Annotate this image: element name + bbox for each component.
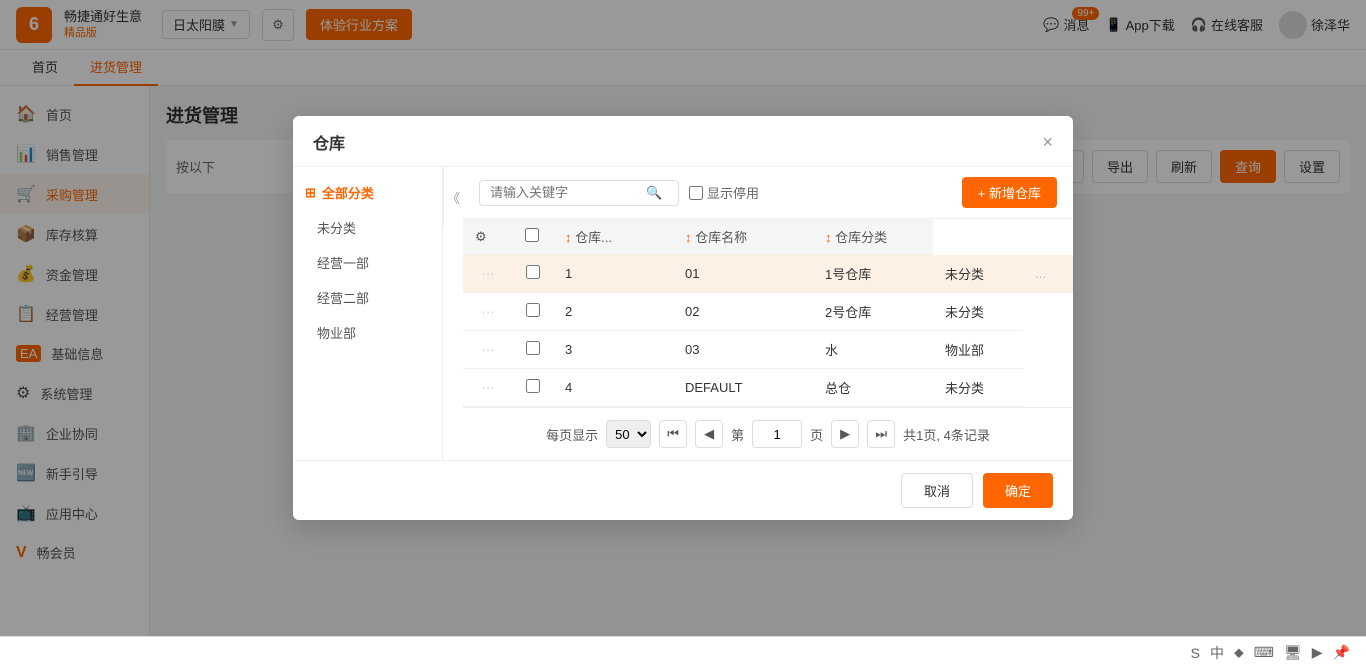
table-row: ··· 4DEFAULT总仓未分类 xyxy=(463,369,1073,407)
cat-item-dept1[interactable]: 经营一部 xyxy=(293,245,442,280)
search-input[interactable] xyxy=(490,185,640,200)
page-input[interactable] xyxy=(752,420,802,448)
table-scroll: ⚙ ↕ 仓库... ↕ 仓库名称 xyxy=(463,219,1073,407)
dialog-title: 仓库 xyxy=(313,130,345,154)
status-icon-7[interactable]: 📌 xyxy=(1333,644,1350,661)
col-code-header[interactable]: ↕ 仓库... xyxy=(553,219,673,255)
row-cat: 未分类 xyxy=(933,369,1023,407)
row-checkbox[interactable] xyxy=(526,379,540,393)
first-page-button[interactable]: ⏮ xyxy=(659,420,687,448)
status-icon-3[interactable]: ⬥ xyxy=(1234,644,1244,661)
col-name-header[interactable]: ↕ 仓库名称 xyxy=(673,219,813,255)
row-check-cell xyxy=(513,293,553,331)
dialog-header: 仓库 × xyxy=(293,116,1073,167)
collapse-sidebar-button[interactable]: 《 xyxy=(443,167,463,227)
sort-icon-cat: ↕ xyxy=(825,230,832,245)
last-page-button[interactable]: ⏭ xyxy=(867,420,895,448)
row-name: 水 xyxy=(813,331,933,369)
row-no: 4 xyxy=(553,369,673,407)
page-label-ye: 页 xyxy=(810,425,823,444)
status-icon-4[interactable]: ⌨ xyxy=(1254,644,1274,661)
row-check-cell xyxy=(513,255,553,293)
row-no: 1 xyxy=(553,255,673,293)
modal-overlay: 仓库 × ⊞ 全部分类 未分类 经营一部 经营二部 物业部 《 xyxy=(0,0,1366,636)
row-name: 2号仓库 xyxy=(813,293,933,331)
disabled-checkbox[interactable] xyxy=(689,186,703,200)
status-icon-6[interactable]: ▶ xyxy=(1312,644,1323,661)
table-area: 🔍 显示停用 + 新增仓库 ⚙ xyxy=(463,167,1073,460)
row-more-icon[interactable]: ··· xyxy=(463,293,513,331)
confirm-button[interactable]: 确定 xyxy=(983,473,1053,508)
select-all-checkbox[interactable] xyxy=(525,228,539,242)
table-toolbar: 🔍 显示停用 + 新增仓库 xyxy=(463,167,1073,219)
search-box: 🔍 xyxy=(479,180,679,206)
close-icon[interactable]: × xyxy=(1042,132,1053,153)
row-checkbox[interactable] xyxy=(526,265,540,279)
row-more-icon[interactable]: ··· xyxy=(463,255,513,293)
row-more-icon[interactable]: ··· xyxy=(463,331,513,369)
add-warehouse-button[interactable]: + 新增仓库 xyxy=(962,177,1057,208)
table-header-row: ⚙ ↕ 仓库... ↕ 仓库名称 xyxy=(463,219,1073,255)
row-code: DEFAULT xyxy=(673,369,813,407)
per-page-label: 每页显示 xyxy=(546,425,598,444)
row-no: 2 xyxy=(553,293,673,331)
row-cat: 物业部 xyxy=(933,331,1023,369)
status-icon-5[interactable]: 🖥 xyxy=(1284,644,1302,661)
warehouse-table: ⚙ ↕ 仓库... ↕ 仓库名称 xyxy=(463,219,1073,407)
row-checkbox[interactable] xyxy=(526,303,540,317)
pagination: 每页显示 50 ⏮ ◀ 第 页 ▶ ⏭ 共1页, 4条记录 xyxy=(463,407,1073,460)
status-icon-1[interactable]: S xyxy=(1191,645,1200,661)
row-check-cell xyxy=(513,369,553,407)
col-cat-header[interactable]: ↕ 仓库分类 xyxy=(813,219,933,255)
sort-icon: ↕ xyxy=(565,230,572,245)
row-no: 3 xyxy=(553,331,673,369)
dialog-footer: 取消 确定 xyxy=(293,460,1073,520)
col-check-header xyxy=(513,219,553,255)
table-row: ··· 2022号仓库未分类 xyxy=(463,293,1073,331)
sort-icon-name: ↕ xyxy=(685,230,692,245)
next-page-button[interactable]: ▶ xyxy=(831,420,859,448)
page-label-first: 第 xyxy=(731,425,744,444)
col-gear-header: ⚙ xyxy=(463,219,513,255)
show-disabled-checkbox[interactable]: 显示停用 xyxy=(689,183,759,202)
statusbar: S 中 ⬥ ⌨ 🖥 ▶ 📌 xyxy=(0,636,1366,668)
row-more-icon[interactable]: ··· xyxy=(463,369,513,407)
cat-item-property[interactable]: 物业部 xyxy=(293,315,442,350)
prev-page-button[interactable]: ◀ xyxy=(695,420,723,448)
warehouse-dialog: 仓库 × ⊞ 全部分类 未分类 经营一部 经营二部 物业部 《 xyxy=(293,116,1073,520)
total-label: 共1页, 4条记录 xyxy=(903,425,990,444)
row-name: 总仓 xyxy=(813,369,933,407)
row-name: 1号仓库 xyxy=(813,255,933,293)
gear-icon: ⚙ xyxy=(475,229,487,244)
row-check-cell xyxy=(513,331,553,369)
all-categories[interactable]: ⊞ 全部分类 xyxy=(293,175,442,210)
cat-item-uncategorized[interactable]: 未分类 xyxy=(293,210,442,245)
dialog-body: ⊞ 全部分类 未分类 经营一部 经营二部 物业部 《 🔍 xyxy=(293,167,1073,460)
row-code: 03 xyxy=(673,331,813,369)
search-icon: 🔍 xyxy=(646,185,662,201)
row-cat: 未分类 xyxy=(933,293,1023,331)
row-cat: 未分类 xyxy=(933,255,1023,293)
row-code: 01 xyxy=(673,255,813,293)
per-page-select[interactable]: 50 xyxy=(606,420,651,448)
status-icon-2[interactable]: 中 xyxy=(1210,643,1224,663)
cat-item-dept2[interactable]: 经营二部 xyxy=(293,280,442,315)
chevron-left-icon: 《 xyxy=(447,188,460,207)
category-sidebar: ⊞ 全部分类 未分类 经营一部 经营二部 物业部 xyxy=(293,167,443,460)
table-row: ··· 1011号仓库未分类... xyxy=(463,255,1073,293)
row-checkbox[interactable] xyxy=(526,341,540,355)
row-code: 02 xyxy=(673,293,813,331)
row-actions[interactable]: ... xyxy=(1023,255,1073,293)
cancel-button[interactable]: 取消 xyxy=(901,473,973,508)
grid-icon: ⊞ xyxy=(305,185,316,201)
table-row: ··· 303水物业部 xyxy=(463,331,1073,369)
